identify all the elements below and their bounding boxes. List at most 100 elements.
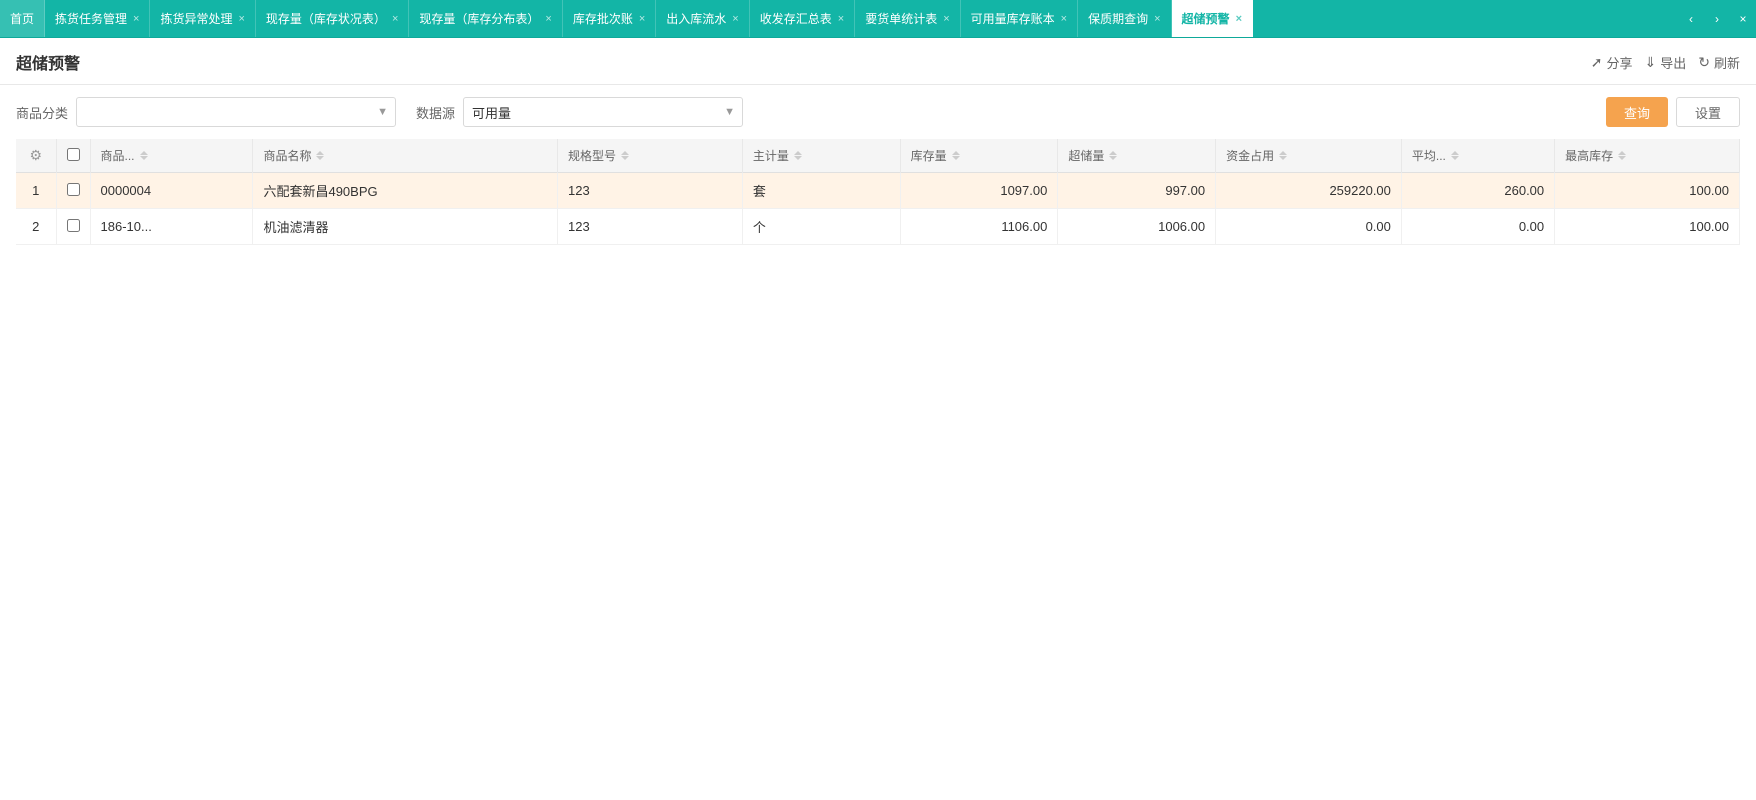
row-num-1: 2 bbox=[16, 209, 56, 245]
nav-tab-5[interactable]: 库存批次账× bbox=[563, 0, 656, 38]
row-max-stock-0: 100.00 bbox=[1555, 173, 1740, 209]
select-all-checkbox[interactable] bbox=[67, 148, 80, 161]
page-title: 超储预警 bbox=[16, 50, 80, 74]
nav-tab-10[interactable]: 保质期查询× bbox=[1078, 0, 1171, 38]
nav-tab-11[interactable]: 超储预警× bbox=[1172, 0, 1253, 38]
sort-icon-avg[interactable] bbox=[1451, 151, 1459, 160]
category-select-wrapper: ▼ bbox=[76, 97, 396, 127]
sort-icon-unit[interactable] bbox=[794, 151, 802, 160]
nav-tab-close-3[interactable]: × bbox=[392, 13, 398, 25]
share-icon: ➚ bbox=[1591, 54, 1603, 71]
share-button[interactable]: ➚ 分享 bbox=[1591, 53, 1633, 72]
sort-icon-stock[interactable] bbox=[952, 151, 960, 160]
nav-close-arrow[interactable]: × bbox=[1730, 0, 1756, 38]
datasource-select-wrapper: 可用量 ▼ bbox=[463, 97, 743, 127]
row-spec-0: 123 bbox=[558, 173, 743, 209]
table-row: 10000004六配套新昌490BPG123套1097.00997.002592… bbox=[16, 173, 1740, 209]
filter-bar: 商品分类 ▼ 数据源 可用量 ▼ 查询 设置 bbox=[0, 85, 1756, 139]
nav-tab-9[interactable]: 可用量库存账本× bbox=[961, 0, 1078, 38]
col-label-max-stock: 最高库存 bbox=[1565, 147, 1613, 164]
row-checkbox-0[interactable] bbox=[67, 183, 80, 196]
sort-icon-capital[interactable] bbox=[1279, 151, 1287, 160]
nav-tab-close-6[interactable]: × bbox=[732, 13, 738, 25]
row-overflow-1: 1006.00 bbox=[1058, 209, 1216, 245]
sort-icon-code[interactable] bbox=[140, 151, 148, 160]
nav-tab-1[interactable]: 拣货任务管理× bbox=[45, 0, 150, 38]
nav-tab-2[interactable]: 拣货异常处理× bbox=[150, 0, 255, 38]
row-checkbox-cell-1 bbox=[56, 209, 90, 245]
row-name-1: 机油滤清器 bbox=[253, 209, 558, 245]
row-unit-0: 套 bbox=[742, 173, 900, 209]
row-num-0: 1 bbox=[16, 173, 56, 209]
category-select[interactable] bbox=[76, 97, 396, 127]
col-label-avg: 平均... bbox=[1412, 147, 1446, 164]
row-unit-1: 个 bbox=[742, 209, 900, 245]
table-header-row: ⚙ 商品... 商品名称 bbox=[16, 139, 1740, 173]
sort-icon-name[interactable] bbox=[316, 151, 324, 160]
export-button[interactable]: ⇓ 导出 bbox=[1645, 53, 1687, 72]
nav-tab-6[interactable]: 出入库流水× bbox=[656, 0, 749, 38]
col-header-max-stock: 最高库存 bbox=[1555, 139, 1740, 173]
export-icon: ⇓ bbox=[1645, 54, 1657, 71]
top-nav: 首页拣货任务管理×拣货异常处理×现存量（库存状况表）×现存量（库存分布表）×库存… bbox=[0, 0, 1756, 38]
col-header-stock: 库存量 bbox=[900, 139, 1058, 173]
nav-tab-close-4[interactable]: × bbox=[545, 13, 551, 25]
col-label-unit: 主计量 bbox=[753, 147, 789, 164]
nav-tab-7[interactable]: 收发存汇总表× bbox=[750, 0, 855, 38]
col-header-unit: 主计量 bbox=[742, 139, 900, 173]
nav-tab-close-9[interactable]: × bbox=[1061, 13, 1067, 25]
filter-actions: 查询 设置 bbox=[1606, 97, 1740, 127]
row-avg-1: 0.00 bbox=[1401, 209, 1554, 245]
col-label-name: 商品名称 bbox=[263, 147, 311, 164]
col-label-stock: 库存量 bbox=[911, 147, 947, 164]
row-code-1: 186-10... bbox=[90, 209, 253, 245]
datasource-select[interactable]: 可用量 bbox=[463, 97, 743, 127]
row-max-stock-1: 100.00 bbox=[1555, 209, 1740, 245]
refresh-icon: ↻ bbox=[1698, 54, 1710, 71]
row-overflow-0: 997.00 bbox=[1058, 173, 1216, 209]
col-label-overflow: 超储量 bbox=[1068, 147, 1104, 164]
nav-tab-0[interactable]: 首页 bbox=[0, 0, 45, 38]
nav-tab-4[interactable]: 现存量（库存分布表）× bbox=[409, 0, 562, 38]
col-label-capital: 资金占用 bbox=[1226, 147, 1274, 164]
nav-tab-close-10[interactable]: × bbox=[1154, 13, 1160, 25]
set-button[interactable]: 设置 bbox=[1676, 97, 1740, 127]
col-label-code: 商品... bbox=[101, 147, 135, 164]
sort-icon-max-stock[interactable] bbox=[1618, 151, 1626, 160]
row-capital-0: 259220.00 bbox=[1216, 173, 1402, 209]
query-button[interactable]: 查询 bbox=[1606, 97, 1668, 127]
nav-tab-3[interactable]: 现存量（库存状况表）× bbox=[256, 0, 409, 38]
gear-icon[interactable]: ⚙ bbox=[29, 147, 42, 163]
table-row: 2186-10...机油滤清器123个1106.001006.000.000.0… bbox=[16, 209, 1740, 245]
col-header-code: 商品... bbox=[90, 139, 253, 173]
nav-tab-close-2[interactable]: × bbox=[238, 13, 244, 25]
col-header-capital: 资金占用 bbox=[1216, 139, 1402, 173]
nav-tab-close-5[interactable]: × bbox=[639, 13, 645, 25]
sort-icon-overflow[interactable] bbox=[1109, 151, 1117, 160]
nav-next-arrow[interactable]: › bbox=[1704, 0, 1730, 38]
datasource-label: 数据源 bbox=[416, 103, 455, 122]
category-filter: 商品分类 ▼ bbox=[16, 97, 396, 127]
page-content: 超储预警 ➚ 分享 ⇓ 导出 ↻ 刷新 商品分类 ▼ 数据源 bbox=[0, 38, 1756, 800]
row-capital-1: 0.00 bbox=[1216, 209, 1402, 245]
col-label-spec: 规格型号 bbox=[568, 147, 616, 164]
row-checkbox-cell-0 bbox=[56, 173, 90, 209]
settings-column-header: ⚙ bbox=[16, 139, 56, 173]
nav-tab-8[interactable]: 要货单统计表× bbox=[855, 0, 960, 38]
nav-tab-close-1[interactable]: × bbox=[133, 13, 139, 25]
row-avg-0: 260.00 bbox=[1401, 173, 1554, 209]
sort-icon-spec[interactable] bbox=[621, 151, 629, 160]
nav-tab-close-7[interactable]: × bbox=[838, 13, 844, 25]
row-stock-1: 1106.00 bbox=[900, 209, 1058, 245]
table-container: ⚙ 商品... 商品名称 bbox=[0, 139, 1756, 245]
datasource-value: 可用量 bbox=[472, 103, 511, 122]
row-checkbox-1[interactable] bbox=[67, 219, 80, 232]
col-header-spec: 规格型号 bbox=[558, 139, 743, 173]
category-label: 商品分类 bbox=[16, 103, 68, 122]
refresh-button[interactable]: ↻ 刷新 bbox=[1698, 53, 1740, 72]
header-actions: ➚ 分享 ⇓ 导出 ↻ 刷新 bbox=[1591, 53, 1740, 72]
row-code-0: 0000004 bbox=[90, 173, 253, 209]
nav-prev-arrow[interactable]: ‹ bbox=[1678, 0, 1704, 38]
nav-tab-close-11[interactable]: × bbox=[1236, 13, 1242, 25]
nav-tab-close-8[interactable]: × bbox=[943, 13, 949, 25]
